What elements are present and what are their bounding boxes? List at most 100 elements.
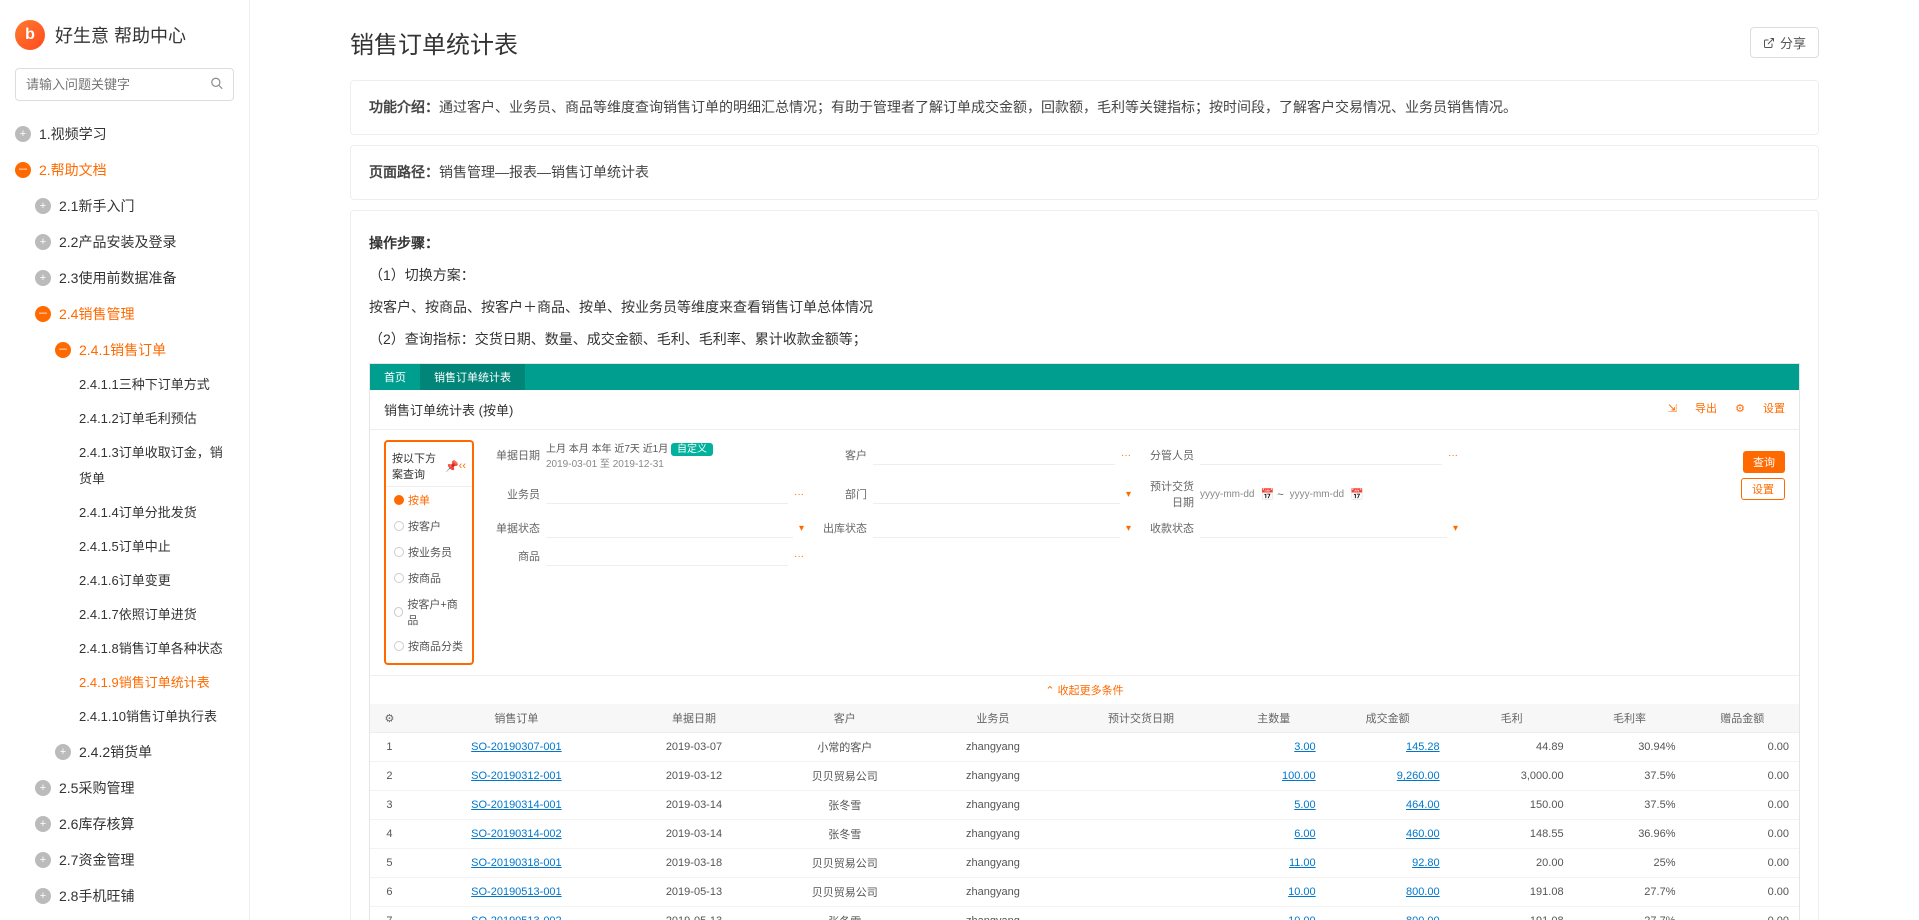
nav-2-4-1-8[interactable]: 2.4.1.8销售订单各种状态 [79, 632, 234, 666]
collapse-icon: ‹‹ [459, 460, 466, 472]
table-cell: 36.96% [1574, 820, 1686, 849]
table-row: 3SO-20190314-0012019-03-14张冬雪zhangyang5.… [370, 791, 1799, 820]
table-cell [1060, 733, 1221, 762]
table-cell: 464.00 [1326, 791, 1450, 820]
table-header: 赠品金额 [1686, 704, 1800, 733]
table-header: 业务员 [925, 704, 1060, 733]
table-cell: zhangyang [925, 762, 1060, 791]
mock-title: 销售订单统计表 (按单) [384, 400, 513, 419]
table-cell: 3,000.00 [1450, 762, 1574, 791]
nav-2-9[interactable]: +2.9优惠券管理 [35, 914, 234, 920]
nav-video[interactable]: +1.视频学习 [15, 116, 234, 152]
nav-2-4-2[interactable]: +2.4.2销货单 [55, 734, 234, 770]
mock-tab-home: 首页 [370, 364, 420, 390]
table-cell: 7 [370, 907, 409, 920]
table-cell: 460.00 [1326, 820, 1450, 849]
table-header: 单据日期 [624, 704, 764, 733]
table-header: 成交金额 [1326, 704, 1450, 733]
share-button[interactable]: 分享 [1750, 27, 1819, 58]
nav-2-2[interactable]: +2.2产品安装及登录 [35, 224, 234, 260]
nav-help-docs[interactable]: －2.帮助文档 [15, 152, 234, 188]
nav-2-4-1-9[interactable]: 2.4.1.9销售订单统计表 [79, 666, 234, 700]
plus-icon: + [35, 198, 51, 214]
logo[interactable]: b 好生意 帮助中心 [15, 20, 234, 50]
nav-2-4-1-4[interactable]: 2.4.1.4订单分批发货 [79, 496, 234, 530]
table-cell: 6 [370, 878, 409, 907]
path-panel: 页面路径：销售管理—报表—销售订单统计表 [350, 145, 1819, 200]
table-row: 2SO-20190312-0012019-03-12贝贝贸易公司zhangyan… [370, 762, 1799, 791]
table-cell: zhangyang [925, 820, 1060, 849]
table-cell: 150.00 [1450, 791, 1574, 820]
table-cell: 9,260.00 [1326, 762, 1450, 791]
nav-2-1[interactable]: +2.1新手入门 [35, 188, 234, 224]
table-cell: 37.5% [1574, 762, 1686, 791]
search-box [15, 68, 234, 101]
search-input[interactable] [15, 68, 234, 101]
table-cell [1060, 791, 1221, 820]
plus-icon: + [35, 234, 51, 250]
minus-icon: － [15, 162, 31, 178]
table-cell: 10.00 [1222, 907, 1326, 920]
minus-icon: － [55, 342, 71, 358]
page-title: 销售订单统计表 [350, 25, 518, 60]
table-cell: 800.00 [1326, 878, 1450, 907]
nav-2-4-1-1[interactable]: 2.4.1.1三种下订单方式 [79, 368, 234, 402]
table-cell: 800.00 [1326, 907, 1450, 920]
table-cell: zhangyang [925, 733, 1060, 762]
nav-2-4-1-7[interactable]: 2.4.1.7依照订单进货 [79, 598, 234, 632]
nav-2-4-1-10[interactable]: 2.4.1.10销售订单执行表 [79, 700, 234, 734]
collapse-bar: ⌃ 收起更多条件 [370, 675, 1799, 704]
table-cell: 0.00 [1686, 820, 1800, 849]
table-cell: SO-20190314-001 [409, 791, 624, 820]
table-row: 6SO-20190513-0012019-05-13贝贝贸易公司zhangyan… [370, 878, 1799, 907]
nav-2-3[interactable]: +2.3使用前数据准备 [35, 260, 234, 296]
nav-2-4-1-5[interactable]: 2.4.1.5订单中止 [79, 530, 234, 564]
table-cell: 5 [370, 849, 409, 878]
table-cell: SO-20190513-002 [409, 907, 624, 920]
nav-2-4-1-2[interactable]: 2.4.1.2订单毛利预估 [79, 402, 234, 436]
table-cell: 贝贝贸易公司 [764, 878, 925, 907]
table-cell: 44.89 [1450, 733, 1574, 762]
mock-set-btn: 设置 [1741, 478, 1785, 500]
intro-label: 功能介绍： [369, 99, 439, 115]
table-cell: 6.00 [1222, 820, 1326, 849]
table-cell: 0.00 [1686, 791, 1800, 820]
filter-status: 单据状态 [492, 520, 540, 536]
nav-2-4-1-6[interactable]: 2.4.1.6订单变更 [79, 564, 234, 598]
nav-2-5[interactable]: +2.5采购管理 [35, 770, 234, 806]
table-cell: 191.08 [1450, 878, 1574, 907]
table-header: ⚙ [370, 704, 409, 733]
plus-icon: + [15, 126, 31, 142]
nav-2-7[interactable]: +2.7资金管理 [35, 842, 234, 878]
filter-customer: 客户 [819, 447, 867, 463]
logo-text: 好生意 帮助中心 [55, 22, 186, 48]
table-cell [1060, 820, 1221, 849]
table-cell: 2 [370, 762, 409, 791]
nav-2-4-1[interactable]: －2.4.1销售订单 [55, 332, 234, 368]
nav-2-6[interactable]: +2.6库存核算 [35, 806, 234, 842]
table-cell: 2019-03-14 [624, 791, 764, 820]
table-cell: 4 [370, 820, 409, 849]
table-cell: 贝贝贸易公司 [764, 762, 925, 791]
search-icon[interactable] [210, 76, 224, 93]
table-cell: 10.00 [1222, 878, 1326, 907]
logo-badge-icon: b [15, 20, 45, 50]
path-text: 销售管理—报表—销售订单统计表 [439, 164, 649, 180]
table-cell: 25% [1574, 849, 1686, 878]
table-cell: 11.00 [1222, 849, 1326, 878]
table-cell: 148.55 [1450, 820, 1574, 849]
table-cell: 5.00 [1222, 791, 1326, 820]
table-row: 1SO-20190307-0012019-03-07小常的客户zhangyang… [370, 733, 1799, 762]
filter-manager: 分管人员 [1146, 447, 1194, 463]
steps-section: 操作步骤： （1）切换方案： 按客户、按商品、按客户＋商品、按单、按业务员等维度… [350, 210, 1819, 920]
table-cell: 2019-03-07 [624, 733, 764, 762]
nav-2-4-1-3[interactable]: 2.4.1.3订单收取订金，销货单 [79, 436, 234, 496]
share-icon [1763, 37, 1775, 49]
nav-2-4[interactable]: －2.4销售管理 [35, 296, 234, 332]
table-header: 客户 [764, 704, 925, 733]
table-cell: zhangyang [925, 791, 1060, 820]
table-cell: 2019-05-13 [624, 907, 764, 920]
nav-2-8[interactable]: +2.8手机旺铺 [35, 878, 234, 914]
plus-icon: + [35, 888, 51, 904]
filter-dept: 部门 [819, 486, 867, 502]
